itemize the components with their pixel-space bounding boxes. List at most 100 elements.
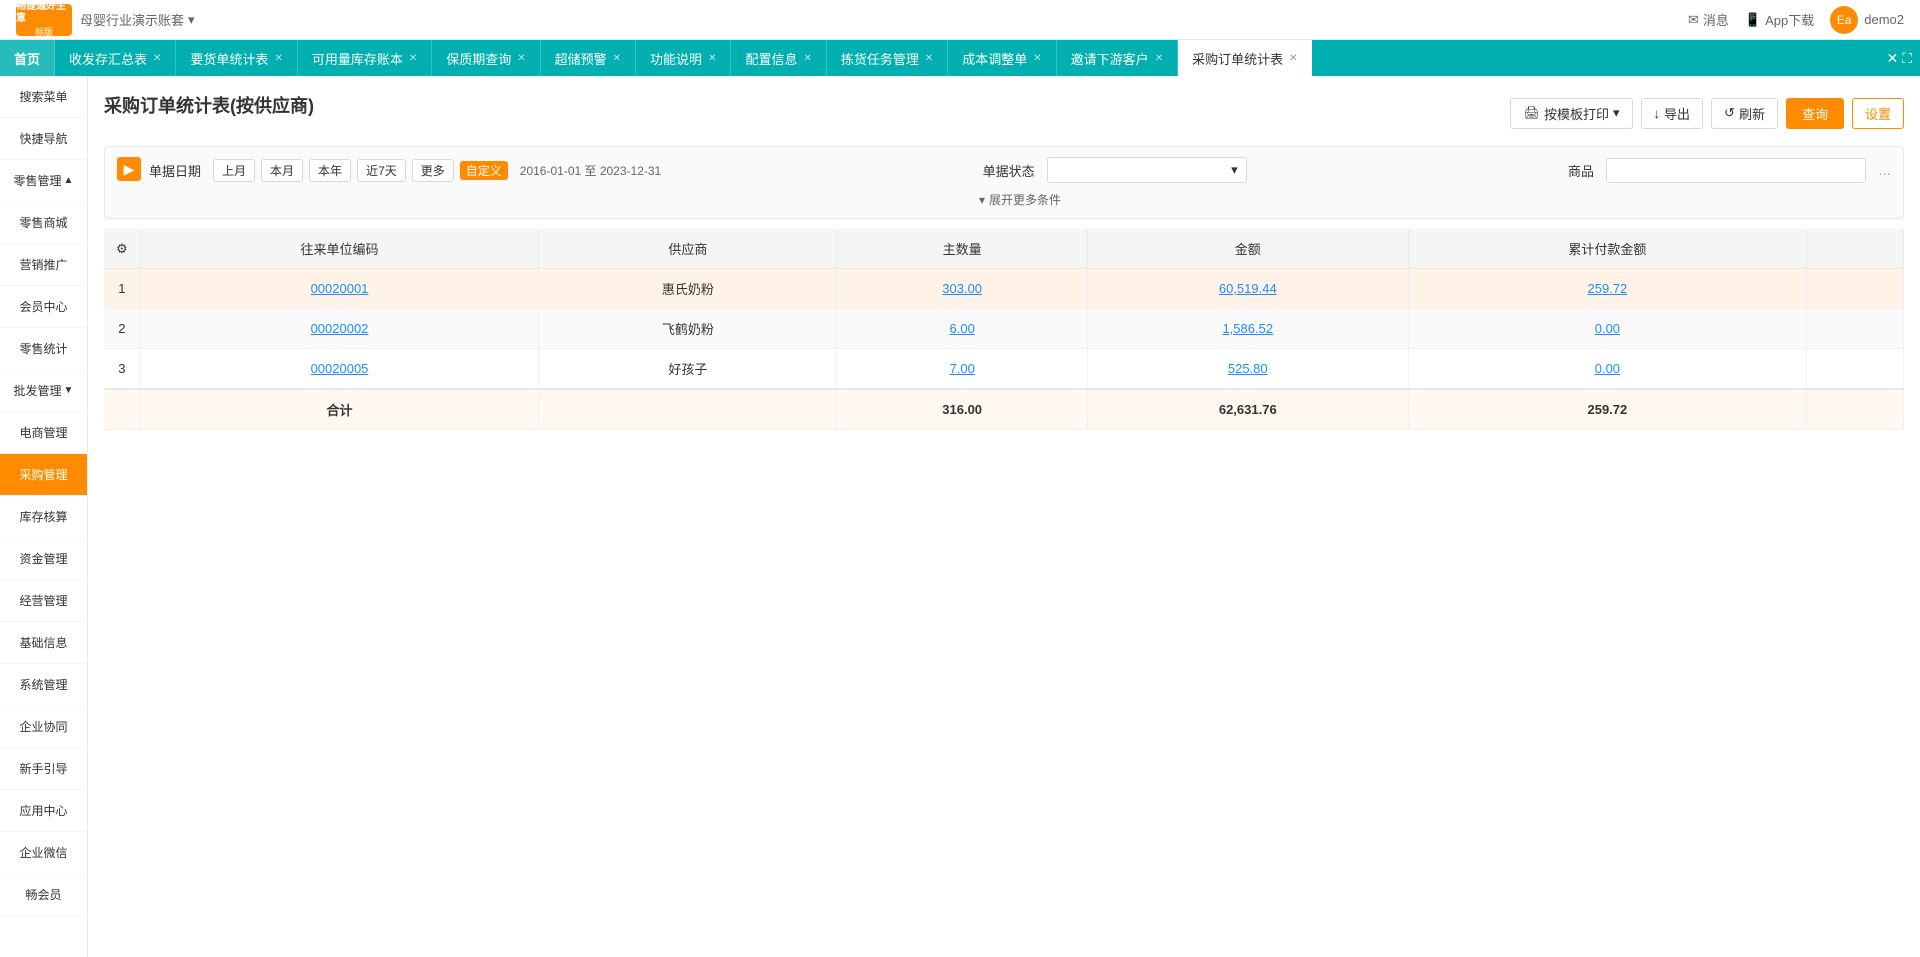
date-btn-last-month[interactable]: 上月 bbox=[213, 159, 255, 182]
sidebar-item-basic-info[interactable]: 基础信息 bbox=[0, 622, 87, 664]
close-icon[interactable]: ✕ bbox=[153, 53, 161, 64]
query-button[interactable]: 查询 bbox=[1786, 98, 1844, 129]
date-btn-7days[interactable]: 近7天 bbox=[357, 159, 406, 182]
sidebar-item-operations-mgmt[interactable]: 经营管理 bbox=[0, 580, 87, 622]
app-download-btn[interactable]: 📱 App下载 bbox=[1745, 10, 1814, 29]
footer-label: 合计 bbox=[140, 389, 539, 430]
tab-order-stats[interactable]: 要货单统计表 ✕ bbox=[176, 40, 297, 76]
cell-code[interactable]: 00020005 bbox=[140, 349, 539, 390]
chevron-down-icon: ▼ bbox=[64, 385, 74, 396]
th-qty: 主数量 bbox=[837, 229, 1088, 269]
tab-home[interactable]: 首页 bbox=[0, 40, 55, 76]
sidebar-item-app-center[interactable]: 应用中心 bbox=[0, 790, 87, 832]
sidebar-item-system-mgmt[interactable]: 系统管理 bbox=[0, 664, 87, 706]
tab-available-stock[interactable]: 可用量库存账本 ✕ bbox=[298, 40, 432, 76]
sidebar-item-enterprise-coop[interactable]: 企业协同 bbox=[0, 706, 87, 748]
tab-function-desc[interactable]: 功能说明 ✕ bbox=[636, 40, 731, 76]
close-icon[interactable]: ✕ bbox=[925, 53, 933, 64]
cell-supplier: 好孩子 bbox=[539, 349, 837, 390]
sidebar-item-wholesale-mgmt[interactable]: 批发管理 ▼ bbox=[0, 370, 87, 412]
sidebar-item-member-center[interactable]: 会员中心 bbox=[0, 286, 87, 328]
close-icon[interactable]: ✕ bbox=[1033, 53, 1041, 64]
cell-paid[interactable]: 259.72 bbox=[1408, 269, 1807, 309]
workspace-selector[interactable]: 母婴行业演示账套 ▾ bbox=[80, 10, 195, 29]
cell-index: 3 bbox=[104, 349, 140, 390]
tab-overstock-warning[interactable]: 超储预警 ✕ bbox=[541, 40, 636, 76]
close-icon[interactable]: ✕ bbox=[517, 53, 525, 64]
close-icon[interactable]: ✕ bbox=[409, 53, 417, 64]
sidebar-item-ecommerce-mgmt[interactable]: 电商管理 bbox=[0, 412, 87, 454]
sidebar-item-inventory-check[interactable]: 库存核算 bbox=[0, 496, 87, 538]
tab-invite-downstream[interactable]: 邀请下游客户 ✕ bbox=[1057, 40, 1178, 76]
close-all-icon[interactable]: ✕ bbox=[1886, 50, 1898, 67]
refresh-button[interactable]: ↺ 刷新 bbox=[1711, 98, 1778, 129]
cell-amount[interactable]: 525.80 bbox=[1087, 349, 1408, 390]
date-shortcuts: 上月 本月 本年 近7天 更多 自定义 bbox=[213, 159, 508, 182]
cell-qty[interactable]: 6.00 bbox=[837, 309, 1088, 349]
toggle-filter-button[interactable]: ▶ bbox=[117, 157, 141, 181]
tab-receive-summary[interactable]: 收发存汇总表 ✕ bbox=[55, 40, 176, 76]
cell-code[interactable]: 00020001 bbox=[140, 269, 539, 309]
cell-supplier: 惠氏奶粉 bbox=[539, 269, 837, 309]
close-icon[interactable]: ✕ bbox=[1155, 53, 1163, 64]
close-icon[interactable]: ✕ bbox=[803, 53, 811, 64]
sidebar-item-enterprise-wechat[interactable]: 企业微信 bbox=[0, 832, 87, 874]
tab-pick-task[interactable]: 拣货任务管理 ✕ bbox=[827, 40, 948, 76]
cell-amount[interactable]: 1,586.52 bbox=[1087, 309, 1408, 349]
th-extra bbox=[1807, 229, 1904, 269]
export-icon: ↓ bbox=[1654, 106, 1661, 121]
filter-row-1: 单据日期 上月 本月 本年 近7天 更多 自定义 2016-01-01 至 20… bbox=[149, 157, 1891, 183]
filter-section: ▶ 单据日期 上月 本月 本年 近7天 更多 自定义 2016-01-01 至 … bbox=[104, 146, 1904, 219]
date-btn-this-month[interactable]: 本月 bbox=[261, 159, 303, 182]
th-paid: 累计付款金额 bbox=[1408, 229, 1807, 269]
sidebar-item-finance-mgmt[interactable]: 资金管理 bbox=[0, 538, 87, 580]
close-icon[interactable]: ✕ bbox=[613, 53, 621, 64]
sidebar-item-member-card[interactable]: 畅会员 bbox=[0, 874, 87, 916]
goods-input[interactable] bbox=[1606, 158, 1866, 183]
goods-label: 商品 bbox=[1568, 161, 1594, 180]
page-actions: 🖨 按模板打印 ▾ ↓ 导出 ↺ 刷新 查询 设置 bbox=[1510, 98, 1904, 129]
maximize-icon[interactable]: ⛶ bbox=[1902, 50, 1912, 67]
settings-button[interactable]: 设置 bbox=[1852, 98, 1904, 129]
cell-extra bbox=[1807, 269, 1904, 309]
cell-paid[interactable]: 0.00 bbox=[1408, 309, 1807, 349]
expand-more-button[interactable]: ▾ 展开更多条件 bbox=[979, 191, 1061, 208]
tab-warranty-query[interactable]: 保质期查询 ✕ bbox=[432, 40, 540, 76]
sidebar-item-retail-stats[interactable]: 零售统计 bbox=[0, 328, 87, 370]
cell-paid[interactable]: 0.00 bbox=[1408, 349, 1807, 390]
more-options-icon[interactable]: … bbox=[1878, 163, 1891, 178]
table-row: 2 00020002 飞鹤奶粉 6.00 1,586.52 0.00 bbox=[104, 309, 1904, 349]
refresh-icon: ↺ bbox=[1724, 105, 1735, 121]
tab-config-info[interactable]: 配置信息 ✕ bbox=[731, 40, 826, 76]
sidebar-item-marketing[interactable]: 营销推广 bbox=[0, 244, 87, 286]
th-settings[interactable]: ⚙ bbox=[104, 229, 140, 269]
tab-purchase-stats[interactable]: 采购订单统计表 ✕ bbox=[1178, 40, 1312, 76]
tab-cost-adjust[interactable]: 成本调整单 ✕ bbox=[948, 40, 1056, 76]
cell-qty[interactable]: 303.00 bbox=[837, 269, 1088, 309]
sidebar-item-search-menu[interactable]: 搜索菜单 bbox=[0, 76, 87, 118]
sidebar-item-retail-mgmt[interactable]: 零售管理 ▲ bbox=[0, 160, 87, 202]
close-icon[interactable]: ✕ bbox=[708, 53, 716, 64]
sidebar-item-new-guide[interactable]: 新手引导 bbox=[0, 748, 87, 790]
sidebar-item-purchase-mgmt[interactable]: 采购管理 bbox=[0, 454, 87, 496]
download-icon: 📱 bbox=[1745, 12, 1761, 28]
printer-icon: 🖨 bbox=[1523, 105, 1540, 121]
sidebar-item-quick-nav[interactable]: 快捷导航 bbox=[0, 118, 87, 160]
cell-amount[interactable]: 60,519.44 bbox=[1087, 269, 1408, 309]
top-bar: 畅捷通好生意 标版 母婴行业演示账套 ▾ ✉ 消息 📱 App下载 Ea dem… bbox=[0, 0, 1920, 40]
export-button[interactable]: ↓ 导出 bbox=[1641, 98, 1704, 129]
cell-code[interactable]: 00020002 bbox=[140, 309, 539, 349]
date-btn-this-year[interactable]: 本年 bbox=[309, 159, 351, 182]
footer-amount: 62,631.76 bbox=[1087, 389, 1408, 430]
date-btn-more[interactable]: 更多 bbox=[412, 159, 454, 182]
avatar: Ea bbox=[1830, 6, 1858, 34]
cell-qty[interactable]: 7.00 bbox=[837, 349, 1088, 390]
sidebar-item-retail-mall[interactable]: 零售商城 bbox=[0, 202, 87, 244]
status-select[interactable]: ▾ bbox=[1047, 157, 1247, 183]
messages-btn[interactable]: ✉ 消息 bbox=[1688, 10, 1729, 29]
user-info[interactable]: Ea demo2 bbox=[1830, 6, 1904, 34]
print-button[interactable]: 🖨 按模板打印 ▾ bbox=[1510, 98, 1632, 129]
page-title: 采购订单统计表(按供应商) bbox=[104, 92, 314, 118]
close-icon[interactable]: ✕ bbox=[274, 53, 282, 64]
close-icon[interactable]: ✕ bbox=[1289, 53, 1297, 64]
